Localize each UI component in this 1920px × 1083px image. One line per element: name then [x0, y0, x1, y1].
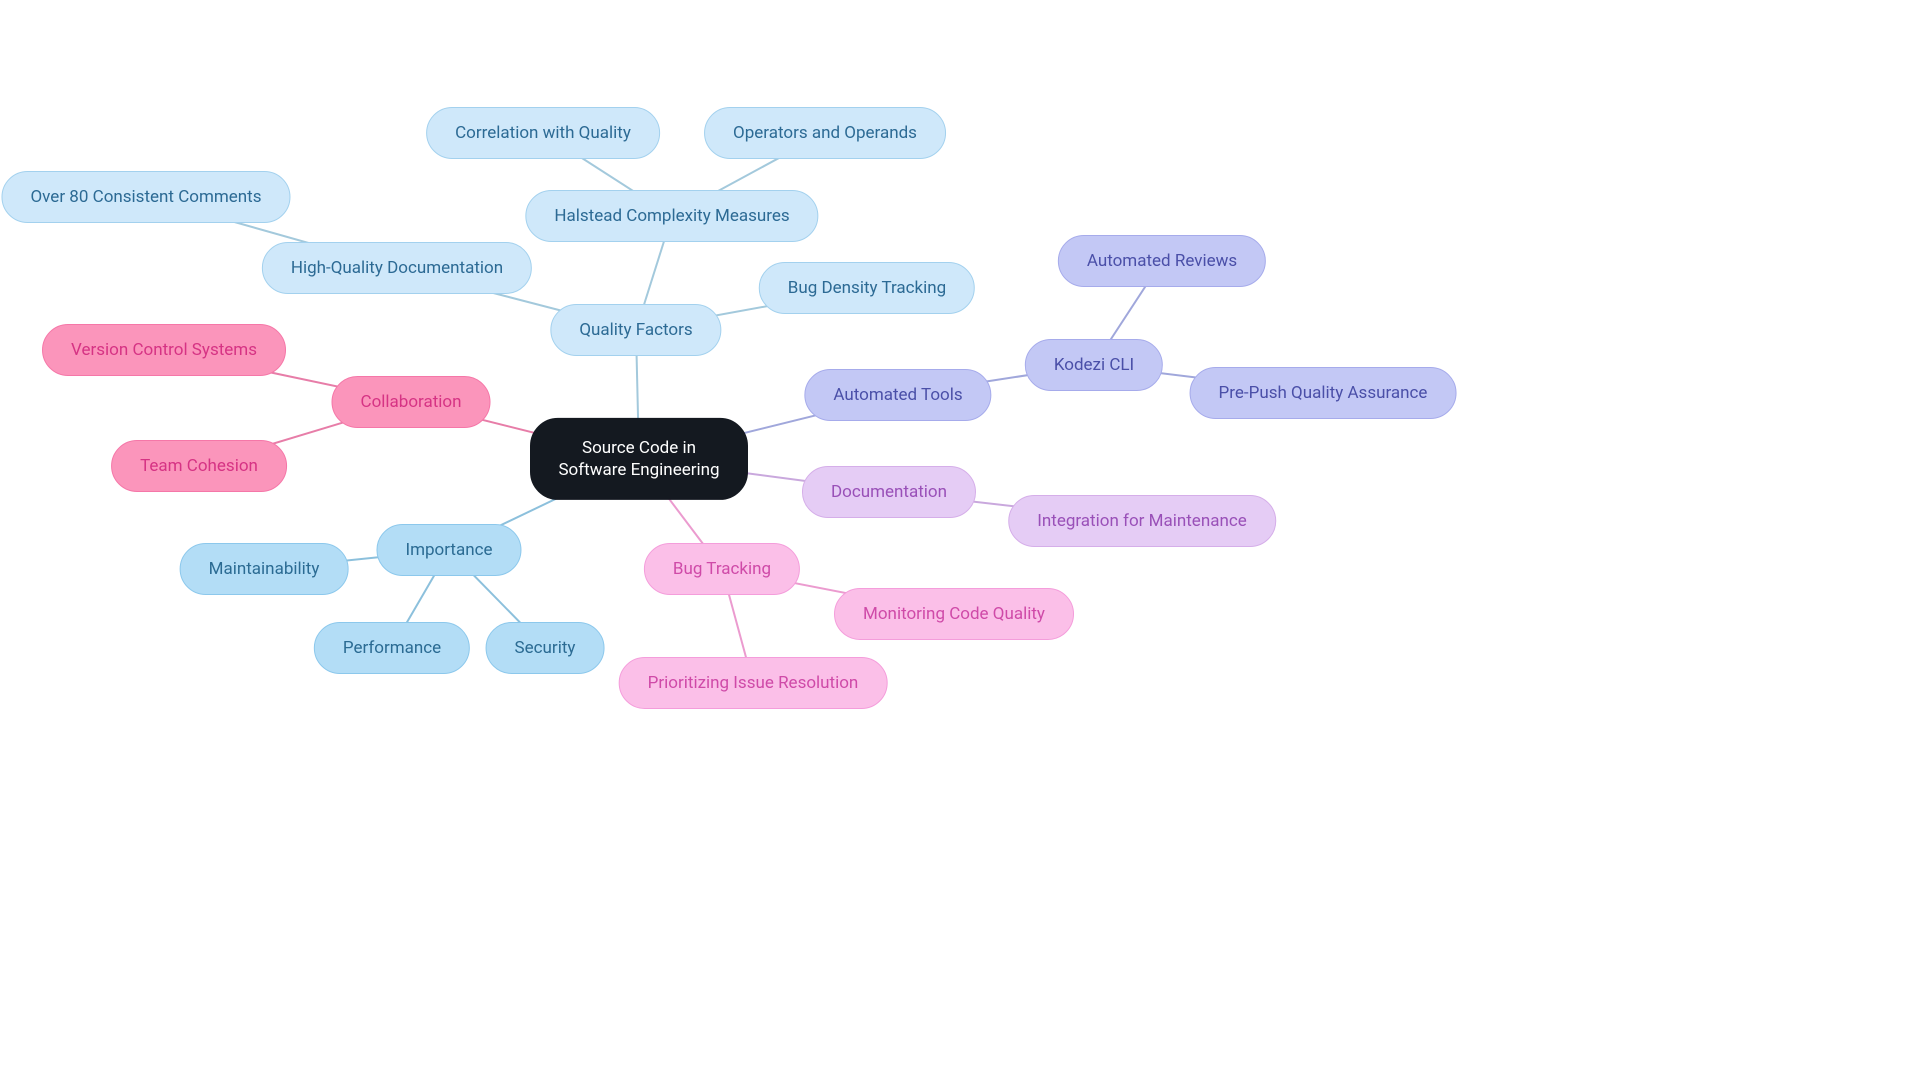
center-node: Source Code in Software Engineering: [530, 418, 748, 500]
node-hq_doc: High-Quality Documentation: [262, 242, 532, 294]
node-maintainability: Maintainability: [180, 543, 349, 595]
node-correlation: Correlation with Quality: [426, 107, 660, 159]
node-monitoring: Monitoring Code Quality: [834, 588, 1074, 640]
node-vcs: Version Control Systems: [42, 324, 286, 376]
edges-layer: [0, 0, 1920, 1083]
node-operators: Operators and Operands: [704, 107, 946, 159]
node-integration: Integration for Maintenance: [1008, 495, 1276, 547]
node-bug_density: Bug Density Tracking: [759, 262, 975, 314]
node-prioritizing: Prioritizing Issue Resolution: [619, 657, 888, 709]
node-kodezi: Kodezi CLI: [1025, 339, 1163, 391]
node-automated_tools: Automated Tools: [804, 369, 991, 421]
node-halstead: Halstead Complexity Measures: [525, 190, 818, 242]
node-prepush: Pre-Push Quality Assurance: [1190, 367, 1457, 419]
node-auto_reviews: Automated Reviews: [1058, 235, 1266, 287]
node-quality_factors: Quality Factors: [550, 304, 721, 356]
node-importance: Importance: [376, 524, 521, 576]
node-bug_tracking: Bug Tracking: [644, 543, 800, 595]
node-performance: Performance: [314, 622, 470, 674]
node-team_cohesion: Team Cohesion: [111, 440, 287, 492]
node-over80: Over 80 Consistent Comments: [1, 171, 290, 223]
node-documentation: Documentation: [802, 466, 976, 518]
node-security: Security: [486, 622, 605, 674]
node-collaboration: Collaboration: [332, 376, 491, 428]
